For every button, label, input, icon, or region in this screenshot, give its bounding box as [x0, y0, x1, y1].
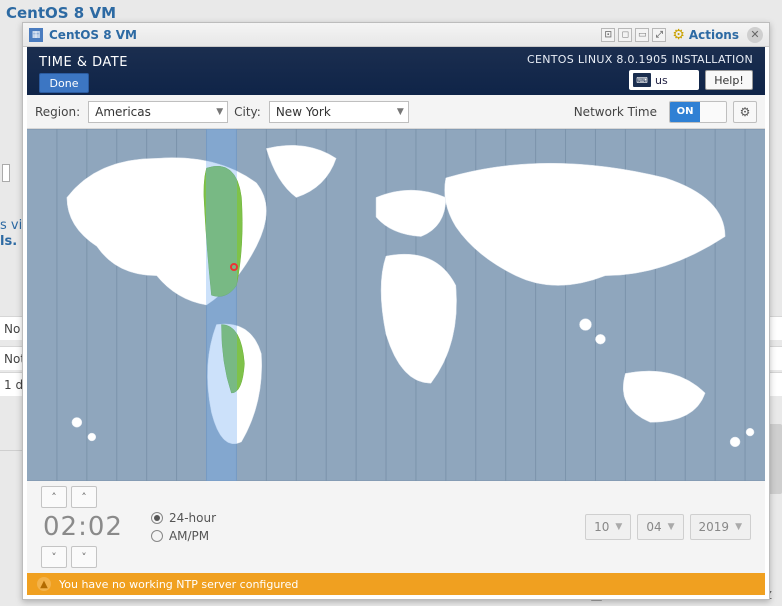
anaconda-installer: TIME & DATE Done CENTOS LINUX 8.0.1905 I…	[27, 47, 765, 595]
chevron-down-icon: ▼	[668, 522, 675, 532]
hour-down-button[interactable]: ˅	[41, 546, 67, 568]
radio-icon	[151, 530, 163, 542]
gear-icon: ⚙	[740, 105, 751, 119]
radio-24hour[interactable]: 24-hour	[151, 511, 216, 525]
vm-icon: ▦	[29, 28, 43, 42]
installer-header: TIME & DATE Done CENTOS LINUX 8.0.1905 I…	[27, 47, 765, 95]
close-icon[interactable]: ✕	[747, 27, 763, 43]
radio-icon	[151, 512, 163, 524]
timezone-map[interactable]	[27, 129, 765, 481]
date-year-combo[interactable]: 2019 ▼	[690, 514, 751, 540]
done-button[interactable]: Done	[39, 73, 89, 93]
page-title: TIME & DATE	[39, 55, 128, 70]
titlebar-btn-4[interactable]: ⤢	[652, 28, 666, 42]
city-label: City:	[234, 105, 261, 119]
vm-title: CentOS 8 VM	[49, 28, 137, 42]
time-format-radios: 24-hour AM/PM	[151, 511, 216, 543]
host-window-title: CentOS 8 VM	[0, 0, 782, 24]
region-value: Americas	[95, 105, 151, 119]
keyboard-layout-label: us	[655, 74, 668, 87]
warning-bar: ▲ You have no working NTP server configu…	[27, 573, 765, 595]
network-time-toggle[interactable]: ON	[669, 101, 727, 123]
chevron-down-icon: ▼	[397, 107, 404, 117]
keyboard-layout-indicator[interactable]: ⌨ us	[629, 70, 699, 90]
radio-ampm-label: AM/PM	[169, 529, 209, 543]
toggle-on-label: ON	[670, 102, 700, 122]
side-tab[interactable]	[2, 164, 10, 182]
minute-up-button[interactable]: ˄	[71, 486, 97, 508]
titlebar-btn-2[interactable]: ◻	[618, 28, 632, 42]
warning-icon: ▲	[37, 577, 51, 591]
bg-fragment: ls.	[0, 234, 17, 249]
date-day-combo[interactable]: 10 ▼	[585, 514, 631, 540]
city-combo[interactable]: New York ▼	[269, 101, 409, 123]
world-map-svg	[27, 129, 765, 481]
radio-24hour-label: 24-hour	[169, 511, 216, 525]
date-picker: 10 ▼ 04 ▼ 2019 ▼	[585, 514, 751, 540]
titlebar-btn-3[interactable]: ▭	[635, 28, 649, 42]
chevron-down-icon: ▼	[216, 107, 223, 117]
installer-subtitle: CENTOS LINUX 8.0.1905 INSTALLATION	[527, 53, 753, 66]
radio-ampm[interactable]: AM/PM	[151, 529, 216, 543]
chevron-down-icon: ▼	[615, 522, 622, 532]
timezone-toolbar: Region: Americas ▼ City: New York ▼ Netw…	[27, 95, 765, 129]
date-month-value: 04	[646, 520, 661, 534]
date-year-value: 2019	[699, 520, 730, 534]
city-value: New York	[276, 105, 331, 119]
actions-menu[interactable]: Actions	[689, 28, 739, 42]
titlebar-btn-1[interactable]: ⊡	[601, 28, 615, 42]
region-label: Region:	[35, 105, 80, 119]
hour-up-button[interactable]: ˄	[41, 486, 67, 508]
region-combo[interactable]: Americas ▼	[88, 101, 228, 123]
chevron-down-icon: ▼	[735, 522, 742, 532]
time-spinner: ˄ ˄ 02:02 ˅ ˅	[41, 486, 125, 568]
ntp-config-button[interactable]: ⚙	[733, 101, 757, 123]
gear-icon[interactable]: ⚙	[672, 27, 685, 43]
minute-down-button[interactable]: ˅	[71, 546, 97, 568]
vm-console-window: ▦ CentOS 8 VM ⊡ ◻ ▭ ⤢ ⚙ Actions ✕ TIME &…	[22, 22, 770, 600]
date-day-value: 10	[594, 520, 609, 534]
network-time-label: Network Time	[574, 105, 657, 119]
help-button[interactable]: Help!	[705, 70, 753, 90]
time-date-controls: ˄ ˄ 02:02 ˅ ˅ 24-hour AM/PM	[27, 481, 765, 573]
vm-titlebar: ▦ CentOS 8 VM ⊡ ◻ ▭ ⤢ ⚙ Actions ✕	[23, 23, 769, 47]
toggle-knob	[700, 102, 726, 122]
warning-text: You have no working NTP server configure…	[59, 578, 298, 591]
keyboard-icon: ⌨	[633, 73, 651, 87]
time-readout: 02:02	[41, 512, 125, 542]
bg-scrollbar[interactable]	[768, 424, 782, 494]
date-month-combo[interactable]: 04 ▼	[637, 514, 683, 540]
